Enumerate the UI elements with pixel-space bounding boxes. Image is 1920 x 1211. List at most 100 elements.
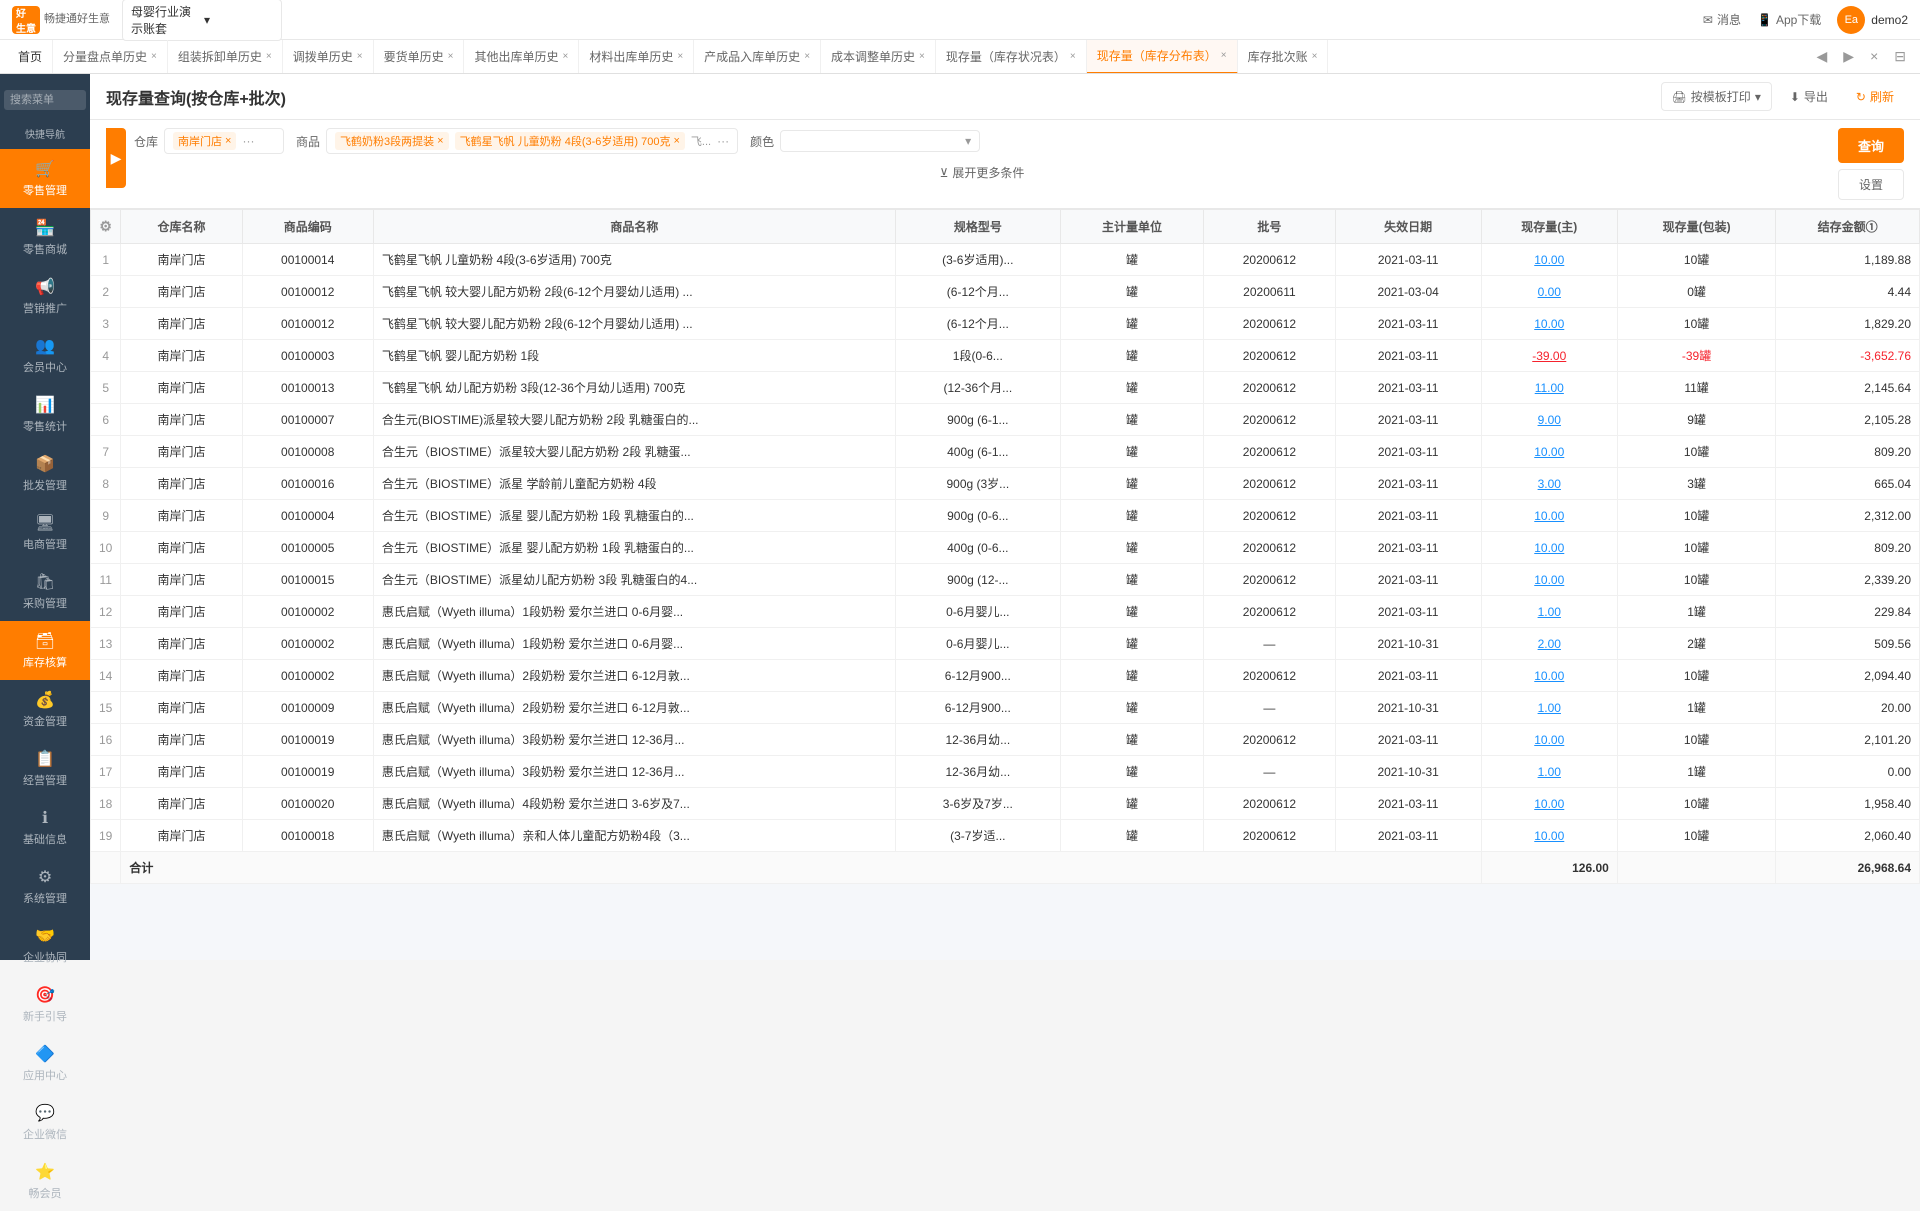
cell-qty-main[interactable]: 1.00	[1481, 692, 1617, 724]
filter-dots[interactable]: ···	[242, 134, 254, 148]
color-filter-input[interactable]: ▾	[780, 130, 980, 152]
tab-fenpan[interactable]: 分量盘点单历史 ×	[53, 40, 168, 74]
cell-qty-main[interactable]: 10.00	[1481, 308, 1617, 340]
cell-qty-main[interactable]: 10.00	[1481, 564, 1617, 596]
tab-xiancun2[interactable]: 现存量（库存分布表）×	[1087, 40, 1238, 74]
cell-spec: 900g (12-...	[895, 564, 1060, 596]
cell-qty-main[interactable]: 11.00	[1481, 372, 1617, 404]
sidebar-item-purchase[interactable]: 🛍 采购管理	[0, 562, 90, 621]
cell-qty-main[interactable]: 10.00	[1481, 724, 1617, 756]
cell-qty-main[interactable]: 10.00	[1481, 660, 1617, 692]
cell-qty-pkg: 10罐	[1617, 564, 1776, 596]
export-btn[interactable]: ⬇ 导出	[1780, 83, 1838, 110]
sidebar-item-member[interactable]: 👥 会员中心	[0, 326, 90, 385]
tab-home[interactable]: 首页	[8, 40, 53, 74]
tab-prev[interactable]: ◀	[1811, 46, 1834, 67]
sidebar-item-inventory[interactable]: 🗃 库存核算	[0, 621, 90, 680]
tab-qitachuku[interactable]: 其他出库单历史 ×	[464, 40, 579, 74]
tab-chengben[interactable]: 成本调整单历史 ×	[821, 40, 936, 74]
cell-qty-main[interactable]: 10.00	[1481, 788, 1617, 820]
cell-qty-main[interactable]: 0.00	[1481, 276, 1617, 308]
print-btn[interactable]: 🖨 按模板打印 ▾	[1661, 82, 1772, 111]
warehouse-tag-close[interactable]: ×	[225, 135, 231, 147]
close-icon[interactable]: ×	[357, 51, 363, 62]
tab-kucun[interactable]: 库存批次账 ×	[1238, 40, 1329, 74]
expand-btn[interactable]: ▶	[106, 128, 126, 188]
sidebar-item-sys[interactable]: ⚙ 系统管理	[0, 857, 90, 916]
product-tag-group[interactable]: 飞鹤奶粉3段两提装 × 飞鹤星飞帆 儿童奶粉 4段(3-6岁适用) 700克 ×…	[326, 128, 738, 154]
close-icon[interactable]: ×	[919, 51, 925, 62]
sidebar-item-wechat[interactable]: 💬 企业微信	[0, 1093, 90, 1152]
table-row: 7 南岸门店 00100008 合生元（BIOSTIME）派星较大婴儿配方奶粉 …	[91, 436, 1920, 468]
cell-qty-pkg: 1罐	[1617, 756, 1776, 788]
settings-btn[interactable]: 设置	[1838, 169, 1904, 200]
sidebar-item-ecom[interactable]: 🖥 电商管理	[0, 503, 90, 562]
product-dots[interactable]: ···	[717, 134, 729, 148]
close-icon[interactable]: ×	[677, 51, 683, 62]
close-icon[interactable]: ×	[266, 51, 272, 62]
sidebar-item-appstore[interactable]: 🔷 应用中心	[0, 1034, 90, 1093]
settings-col-icon[interactable]: ⚙	[99, 218, 112, 234]
close-icon[interactable]: ×	[1312, 51, 1318, 62]
filter-color: 颜色 ▾	[750, 130, 980, 152]
tab-diaob[interactable]: 调拨单历史 ×	[283, 40, 374, 74]
sidebar-item-finance[interactable]: 💰 资金管理	[0, 680, 90, 739]
sum-row: 合计 126.00 26,968.64	[91, 852, 1920, 884]
sidebar-item-marketing[interactable]: 📢 营销推广	[0, 267, 90, 326]
cell-unit: 罐	[1060, 276, 1204, 308]
cell-qty-main[interactable]: 10.00	[1481, 820, 1617, 852]
tab-zuzhuang[interactable]: 组装拆卸单历史 ×	[168, 40, 283, 74]
close-icon[interactable]: ×	[562, 51, 568, 62]
th-settings[interactable]: ⚙	[91, 210, 121, 244]
sidebar-item-retail[interactable]: 🛒 零售管理	[0, 149, 90, 208]
warehouse-tag-group[interactable]: 南岸门店 × ···	[164, 128, 284, 154]
cell-qty-main[interactable]: 1.00	[1481, 596, 1617, 628]
message-btn[interactable]: ✉ 消息	[1703, 11, 1741, 28]
tab-next[interactable]: ▶	[1837, 46, 1860, 67]
cell-qty-main[interactable]: 3.00	[1481, 468, 1617, 500]
cell-qty-main[interactable]: 10.00	[1481, 436, 1617, 468]
cell-qty-main[interactable]: 2.00	[1481, 628, 1617, 660]
cell-qty-main[interactable]: 10.00	[1481, 532, 1617, 564]
sidebar-item-collab[interactable]: 🤝 企业协同	[0, 916, 90, 975]
app-download-btn[interactable]: 📱 App下载	[1757, 11, 1821, 28]
sidebar-item-base[interactable]: ℹ 基础信息	[0, 798, 90, 857]
sidebar-item-mall[interactable]: 🏪 零售商城	[0, 208, 90, 267]
store-selector[interactable]: 母婴行业演示账套 ▾	[122, 0, 282, 41]
cell-num: 19	[91, 820, 121, 852]
cell-name: 飞鹤星飞帆 儿童奶粉 4段(3-6岁适用) 700克	[373, 244, 895, 276]
cell-name: 惠氏启赋（Wyeth illuma）3段奶粉 爱尔兰进口 12-36月...	[373, 756, 895, 788]
cell-warehouse: 南岸门店	[121, 436, 242, 468]
close-icon[interactable]: ×	[448, 51, 454, 62]
cell-qty-main[interactable]: 9.00	[1481, 404, 1617, 436]
product-tag-1-close[interactable]: ×	[437, 135, 443, 147]
close-icon[interactable]: ×	[1070, 51, 1076, 62]
guide-icon: 🎯	[35, 985, 55, 1005]
sidebar-item-stats[interactable]: 📊 零售统计	[0, 385, 90, 444]
sidebar-item-vip[interactable]: ⭐ 畅会员	[0, 1152, 90, 1211]
query-btn[interactable]: 查询	[1838, 128, 1904, 163]
th-qty-pkg: 现存量(包装)	[1617, 210, 1776, 244]
refresh-btn[interactable]: ↻ 刷新	[1846, 83, 1904, 110]
cell-qty-main[interactable]: -39.00	[1481, 340, 1617, 372]
cell-qty-main[interactable]: 10.00	[1481, 500, 1617, 532]
cell-qty-main[interactable]: 1.00	[1481, 756, 1617, 788]
sidebar-item-guide[interactable]: 🎯 新手引导	[0, 975, 90, 1034]
expand-more-btn[interactable]: ⊻ 展开更多条件	[940, 164, 1025, 181]
product-tag-2-close[interactable]: ×	[673, 135, 679, 147]
close-icon[interactable]: ×	[804, 51, 810, 62]
search-input[interactable]	[4, 90, 86, 110]
warehouse-tag-text: 南岸门店	[178, 133, 222, 149]
tab-cailiao[interactable]: 材料出库单历史 ×	[579, 40, 694, 74]
sidebar-item-wholesale[interactable]: 📦 批发管理	[0, 444, 90, 503]
close-icon[interactable]: ×	[1221, 50, 1227, 61]
tab-yaohuo[interactable]: 要货单历史 ×	[374, 40, 465, 74]
tab-menu[interactable]: ⊟	[1888, 46, 1912, 67]
close-icon[interactable]: ×	[151, 51, 157, 62]
sidebar-item-biz[interactable]: 📋 经营管理	[0, 739, 90, 798]
tab-xiancun1[interactable]: 现存量（库存状况表）×	[936, 40, 1087, 74]
th-name: 商品名称	[373, 210, 895, 244]
tab-chancheng[interactable]: 产成品入库单历史 ×	[694, 40, 821, 74]
tab-close-all[interactable]: ×	[1864, 46, 1884, 67]
cell-qty-main[interactable]: 10.00	[1481, 244, 1617, 276]
